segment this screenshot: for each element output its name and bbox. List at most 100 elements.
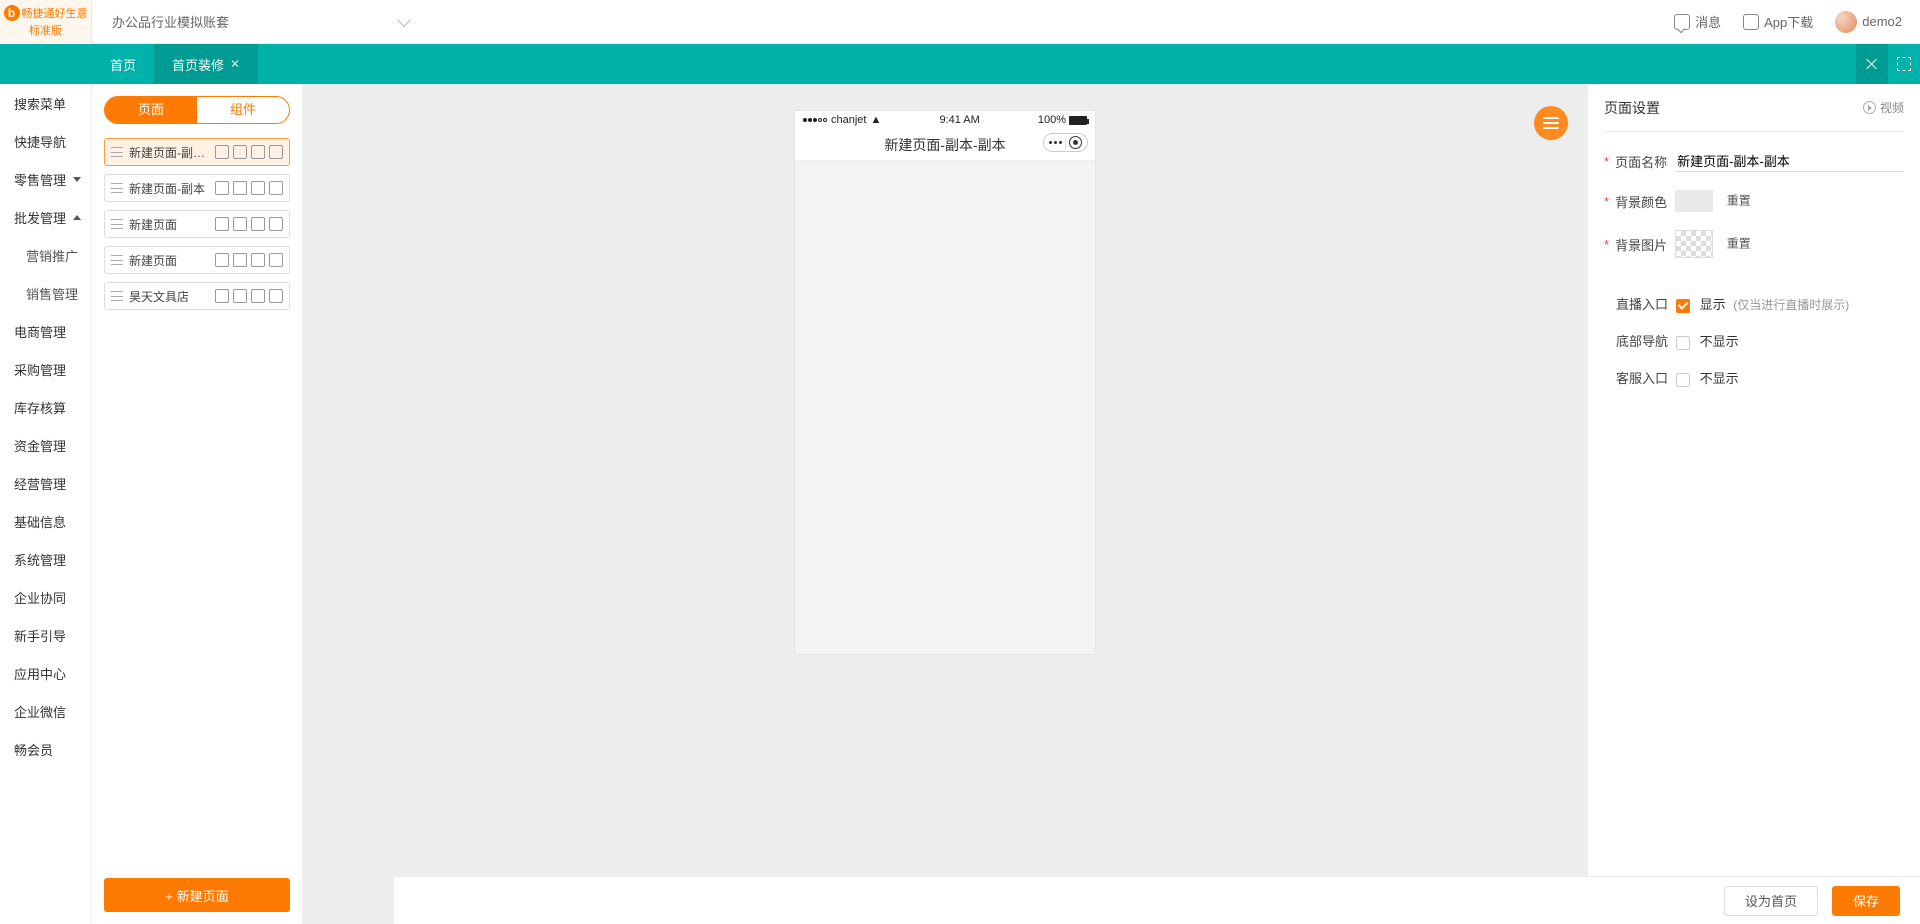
sidebar-item[interactable]: 系统管理: [0, 540, 91, 578]
chevron-icon: [73, 215, 81, 220]
sidebar-item[interactable]: 应用中心: [0, 654, 91, 692]
share-icon[interactable]: [269, 181, 283, 195]
battery-pct: 100%: [1038, 114, 1066, 126]
copy-icon[interactable]: [233, 217, 247, 231]
sidebar-item[interactable]: 资金管理: [0, 426, 91, 464]
sidebar-item[interactable]: 批发管理: [0, 198, 91, 236]
page-row[interactable]: 新建页面: [104, 210, 290, 238]
bgimg-swatch[interactable]: [1675, 230, 1713, 258]
wifi-icon: ▲: [870, 114, 881, 126]
bgcolor-reset[interactable]: 重置: [1727, 193, 1751, 207]
miniprogram-capsule[interactable]: [1043, 133, 1088, 152]
toggle-panels-fab[interactable]: [1534, 106, 1568, 140]
phone-body[interactable]: [795, 161, 1095, 654]
brand-name: 畅捷通好生意: [22, 5, 88, 21]
sidebar-item[interactable]: 电商管理: [0, 312, 91, 350]
live-checkbox[interactable]: [1676, 299, 1690, 313]
bottomnav-label: 底部导航: [1616, 331, 1676, 350]
sidebar: 搜索菜单快捷导航零售管理批发管理营销推广销售管理电商管理采购管理库存核算资金管理…: [0, 84, 92, 924]
page-row-name: 新建页面: [129, 216, 209, 233]
topbar: b 畅捷通好生意 标准版 办公品行业模拟账套 消息 App下载 demo2: [0, 0, 1920, 44]
bgimg-reset[interactable]: 重置: [1727, 236, 1751, 250]
settings-title: 页面设置: [1604, 98, 1660, 118]
share-icon[interactable]: [269, 289, 283, 303]
close-all-button[interactable]: [1856, 44, 1888, 84]
account-selector-label: 办公品行业模拟账套: [112, 12, 229, 31]
seg-page[interactable]: 页面: [105, 97, 197, 123]
delete-icon[interactable]: [251, 289, 265, 303]
page-row[interactable]: 新建页面: [104, 246, 290, 274]
live-hint: (仅当进行直播时展示): [1733, 298, 1849, 312]
account-selector[interactable]: 办公品行业模拟账套: [112, 12, 409, 31]
sidebar-item[interactable]: 新手引导: [0, 616, 91, 654]
sidebar-item[interactable]: 经营管理: [0, 464, 91, 502]
app-download-button[interactable]: App下载: [1743, 12, 1813, 31]
bottomnav-checkbox[interactable]: [1676, 336, 1690, 350]
sidebar-item[interactable]: 基础信息: [0, 502, 91, 540]
sidebar-item[interactable]: 采购管理: [0, 350, 91, 388]
bgcolor-swatch[interactable]: [1675, 190, 1713, 212]
user-menu[interactable]: demo2: [1835, 11, 1902, 33]
messages-button[interactable]: 消息: [1674, 12, 1721, 31]
service-checkbox[interactable]: [1676, 373, 1690, 387]
copy-icon[interactable]: [233, 145, 247, 159]
sidebar-item[interactable]: 快捷导航: [0, 122, 91, 160]
video-help-button[interactable]: 视频: [1863, 99, 1904, 116]
delete-icon[interactable]: [251, 253, 265, 267]
page-name-input[interactable]: [1675, 150, 1904, 172]
tab-decor[interactable]: 首页装修 ✕: [154, 44, 258, 84]
fullscreen-button[interactable]: [1888, 44, 1920, 84]
sidebar-item[interactable]: 库存核算: [0, 388, 91, 426]
delete-icon[interactable]: [251, 181, 265, 195]
bgcolor-label: 背景颜色: [1615, 192, 1675, 211]
page-row[interactable]: 新建页面-副本...: [104, 138, 290, 166]
save-button[interactable]: 保存: [1832, 886, 1900, 916]
message-icon: [1674, 14, 1690, 30]
app-download-label: App下载: [1764, 12, 1813, 31]
set-home-button[interactable]: 设为首页: [1724, 886, 1818, 916]
page-row[interactable]: 昊天文具店: [104, 282, 290, 310]
sidebar-item[interactable]: 企业协同: [0, 578, 91, 616]
tabstrip: 首页 首页装修 ✕: [0, 44, 1920, 84]
service-label: 客服入口: [1616, 368, 1676, 387]
top-actions: 消息 App下载 demo2: [1674, 11, 1902, 33]
sidebar-subitem[interactable]: 营销推广: [0, 236, 91, 274]
share-icon[interactable]: [269, 145, 283, 159]
delete-icon[interactable]: [251, 145, 265, 159]
bottomnav-opt: 不显示: [1700, 334, 1739, 349]
home-icon[interactable]: [215, 217, 229, 231]
close-icon[interactable]: ✕: [230, 57, 240, 71]
share-icon[interactable]: [269, 253, 283, 267]
footer: 设为首页 保存: [394, 876, 1920, 924]
drag-handle-icon[interactable]: [111, 291, 123, 301]
seg-page-component: 页面 组件: [104, 96, 290, 124]
home-icon[interactable]: [215, 181, 229, 195]
phone-title: 新建页面-副本-副本: [884, 135, 1005, 155]
battery-icon: [1069, 116, 1087, 125]
seg-component[interactable]: 组件: [197, 97, 289, 123]
home-icon[interactable]: [215, 289, 229, 303]
delete-icon[interactable]: [251, 217, 265, 231]
drag-handle-icon[interactable]: [111, 147, 123, 157]
video-label: 视频: [1880, 99, 1904, 116]
share-icon[interactable]: [269, 217, 283, 231]
play-icon: [1863, 101, 1876, 114]
add-page-button[interactable]: + 新建页面: [104, 878, 290, 912]
logo[interactable]: b 畅捷通好生意 标准版: [0, 0, 92, 44]
user-name: demo2: [1862, 14, 1902, 29]
sidebar-subitem[interactable]: 销售管理: [0, 274, 91, 312]
home-icon[interactable]: [215, 253, 229, 267]
tab-home[interactable]: 首页: [92, 44, 154, 84]
drag-handle-icon[interactable]: [111, 255, 123, 265]
sidebar-item[interactable]: 搜索菜单: [0, 84, 91, 122]
sidebar-item[interactable]: 企业微信: [0, 692, 91, 730]
copy-icon[interactable]: [233, 253, 247, 267]
home-icon[interactable]: [215, 145, 229, 159]
sidebar-item[interactable]: 畅会员: [0, 730, 91, 768]
page-row[interactable]: 新建页面-副本: [104, 174, 290, 202]
drag-handle-icon[interactable]: [111, 219, 123, 229]
sidebar-item[interactable]: 零售管理: [0, 160, 91, 198]
copy-icon[interactable]: [233, 181, 247, 195]
drag-handle-icon[interactable]: [111, 183, 123, 193]
copy-icon[interactable]: [233, 289, 247, 303]
